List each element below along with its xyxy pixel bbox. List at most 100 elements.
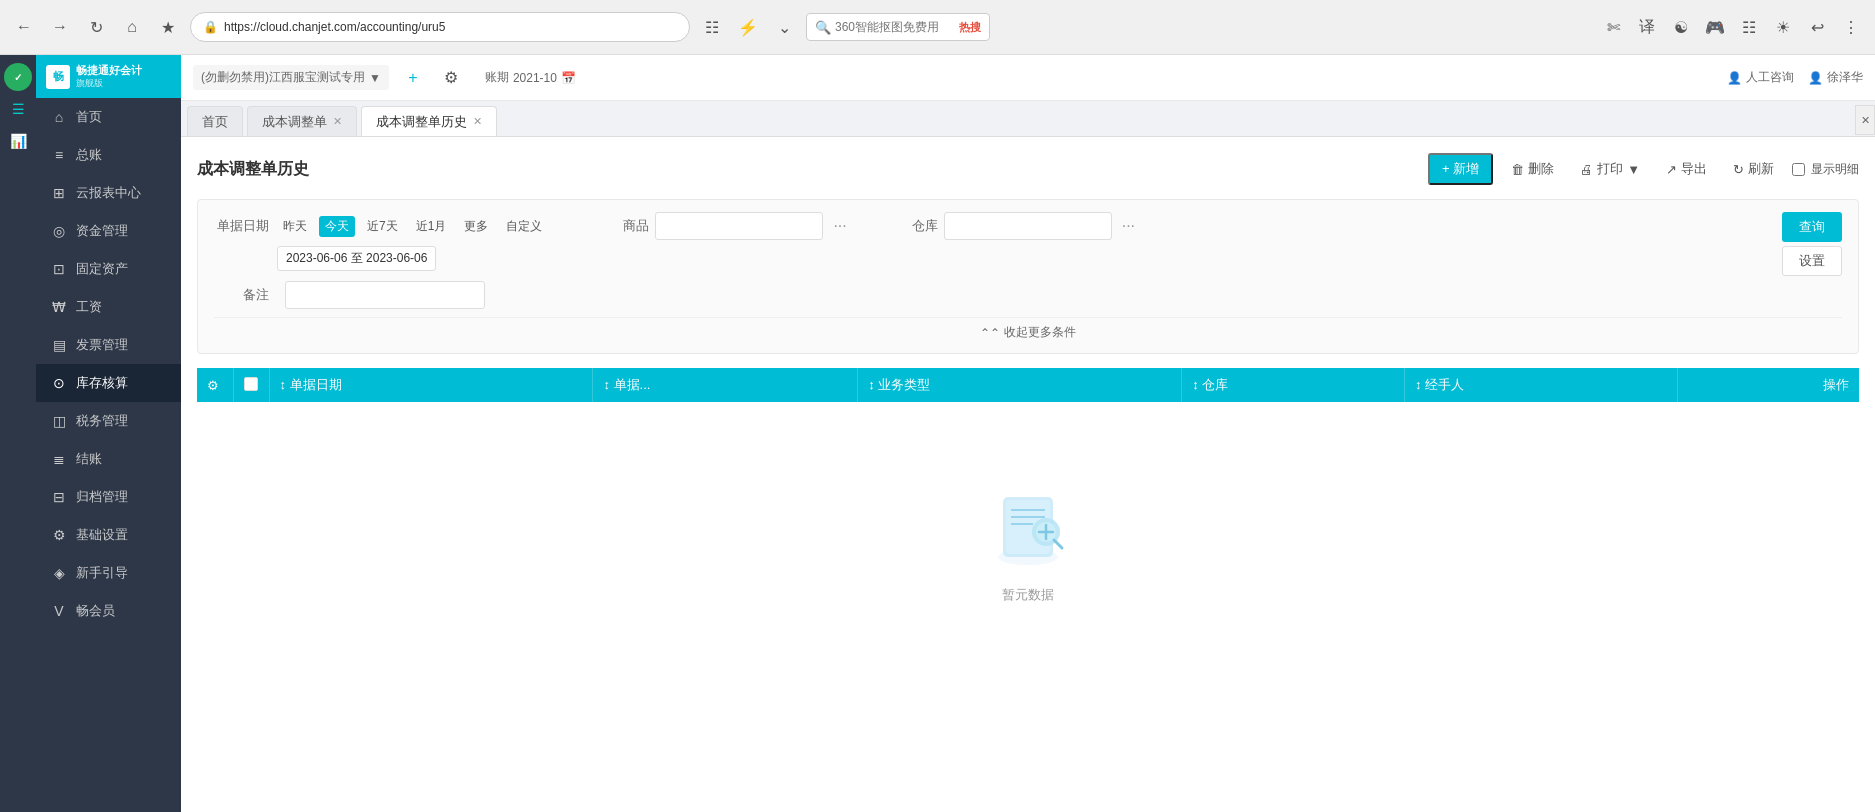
scissors-button[interactable]: ✄ [1599, 13, 1627, 41]
right-close-button[interactable]: ✕ [1855, 105, 1875, 135]
wallet-button[interactable]: ☯ [1667, 13, 1695, 41]
filter-row-1: 单据日期 昨天今天近7天近1月更多自定义 商品 ··· [214, 212, 1762, 240]
th-warehouse-label: 仓库 [1202, 377, 1228, 392]
apps-button[interactable]: ☷ [1735, 13, 1763, 41]
empty-icon [978, 482, 1078, 572]
note-input[interactable] [285, 281, 485, 309]
th-checkbox[interactable] [233, 368, 269, 402]
print-button[interactable]: 🖨 打印 ▼ [1572, 156, 1648, 182]
filter-row-daterange: 2023-06-06 至 2023-06-06 [214, 246, 1762, 271]
show-columns-checkbox[interactable] [1792, 163, 1805, 176]
dropdown-button[interactable]: ⌄ [770, 13, 798, 41]
service-button[interactable]: 👤 人工咨询 [1727, 69, 1794, 86]
user-profile[interactable]: 👤 徐泽华 [1808, 69, 1863, 86]
date-btn-昨天[interactable]: 昨天 [277, 216, 313, 237]
nav-label-invoice: 发票管理 [76, 336, 128, 354]
tab-cost-adjust-history[interactable]: 成本调整单历史 ✕ [361, 106, 497, 136]
sidebar-item-vip[interactable]: V 畅会员 [36, 592, 181, 630]
brightness-button[interactable]: ☀ [1769, 13, 1797, 41]
refresh-button[interactable]: ↻ 刷新 [1725, 156, 1782, 182]
refresh-button[interactable]: ↻ [82, 13, 110, 41]
translate-button[interactable]: 译 [1633, 13, 1661, 41]
back-button[interactable]: ← [10, 13, 38, 41]
browser-search[interactable]: 🔍 热搜 [806, 13, 990, 41]
export-button[interactable]: ↗ 导出 [1658, 156, 1715, 182]
tab-label-cost-adjust-history: 成本调整单历史 [376, 113, 467, 131]
nav-icon-fixed-assets: ⊡ [50, 261, 68, 277]
show-columns-label: 显示明细 [1811, 161, 1859, 178]
add-company-button[interactable]: + [399, 64, 427, 92]
grid-button[interactable]: ☷ [698, 13, 726, 41]
date-btn-今天[interactable]: 今天 [319, 216, 355, 237]
sidebar-item-tax[interactable]: ◫ 税务管理 [36, 402, 181, 440]
lightning-button[interactable]: ⚡ [734, 13, 762, 41]
game-button[interactable]: 🎮 [1701, 13, 1729, 41]
sidebar-item-archive[interactable]: ⊟ 归档管理 [36, 478, 181, 516]
menu-button[interactable]: ⋮ [1837, 13, 1865, 41]
app-container: ✓ ☰ 📊 畅 畅捷通好会计 旗舰版 ⌂ 首页 ≡ 总账 ⊞ 云报表中心 ◎ 资… [0, 55, 1875, 812]
rail-icon-active[interactable]: ☰ [4, 95, 32, 123]
filter-area: 单据日期 昨天今天近7天近1月更多自定义 商品 ··· [197, 199, 1859, 354]
collapse-button[interactable]: ⌃⌃ 收起更多条件 [214, 317, 1842, 341]
home-button[interactable]: ⌂ [118, 13, 146, 41]
sidebar-item-guide[interactable]: ◈ 新手引导 [36, 554, 181, 592]
tab-cost-adjust[interactable]: 成本调整单✕ [247, 106, 357, 136]
toolbar-actions: + 新增 🗑 删除 🖨 打印 ▼ ↗ 导出 ↻ [1428, 153, 1859, 185]
sidebar-item-inventory[interactable]: ⊙ 库存核算 [36, 364, 181, 402]
service-label: 人工咨询 [1746, 69, 1794, 86]
company-dropdown-icon: ▼ [369, 71, 381, 85]
collapse-label: 收起更多条件 [1004, 324, 1076, 341]
product-filter-group: 商品 ··· [594, 212, 846, 240]
date-btn-近7天[interactable]: 近7天 [361, 216, 404, 237]
period-info: 账期 2021-10 📅 [485, 69, 576, 86]
sidebar-logo[interactable]: 畅 畅捷通好会计 旗舰版 [36, 55, 181, 98]
bookmark-button[interactable]: ★ [154, 13, 182, 41]
date-btn-近1月[interactable]: 近1月 [410, 216, 453, 237]
company-settings-icon[interactable]: ⚙ [437, 64, 465, 92]
nav-label-fixed-assets: 固定资产 [76, 260, 128, 278]
query-button[interactable]: 查询 [1782, 212, 1842, 242]
nav-label-payroll: 工资 [76, 298, 102, 316]
product-dots[interactable]: ··· [833, 217, 846, 235]
sidebar-item-funds[interactable]: ◎ 资金管理 [36, 212, 181, 250]
empty-state: 暂元数据 [197, 402, 1859, 684]
tab-home[interactable]: 首页 [187, 106, 243, 136]
date-range-display[interactable]: 2023-06-06 至 2023-06-06 [277, 246, 436, 271]
delete-button[interactable]: 🗑 删除 [1503, 156, 1562, 182]
sidebar-item-fixed-assets[interactable]: ⊡ 固定资产 [36, 250, 181, 288]
th-business-type: ↕ 业务类型 [858, 368, 1182, 402]
warehouse-dots[interactable]: ··· [1122, 217, 1135, 235]
url-bar[interactable]: 🔒 https://cloud.chanjet.com/accounting/u… [190, 12, 690, 42]
icon-rail: ✓ ☰ 📊 [0, 55, 36, 812]
sidebar-item-reports[interactable]: ⊞ 云报表中心 [36, 174, 181, 212]
filter-settings-button[interactable]: 设置 [1782, 246, 1842, 276]
undo-button[interactable]: ↩ [1803, 13, 1831, 41]
sidebar-item-general-ledger[interactable]: ≡ 总账 [36, 136, 181, 174]
tab-close-cost-adjust-history[interactable]: ✕ [473, 115, 482, 128]
company-selector[interactable]: (勿删勿禁用)江西服宝测试专用 ▼ [193, 65, 389, 90]
date-btn-自定义[interactable]: 自定义 [500, 216, 548, 237]
th-handler: ↕ 经手人 [1404, 368, 1677, 402]
sidebar-item-payroll[interactable]: ₩ 工资 [36, 288, 181, 326]
forward-button[interactable]: → [46, 13, 74, 41]
nav-icon-archive: ⊟ [50, 489, 68, 505]
th-settings[interactable]: ⚙ [197, 368, 233, 402]
nav-icon-reports: ⊞ [50, 185, 68, 201]
search-input[interactable] [835, 20, 955, 34]
rail-icon-chart[interactable]: 📊 [4, 127, 32, 155]
rail-icon-social[interactable]: ✓ [4, 63, 32, 91]
date-btn-更多[interactable]: 更多 [458, 216, 494, 237]
sidebar-item-settings[interactable]: ⚙ 基础设置 [36, 516, 181, 554]
select-all-checkbox[interactable] [244, 377, 258, 391]
product-input[interactable] [655, 212, 823, 240]
add-button[interactable]: + 新增 [1428, 153, 1493, 185]
sidebar-item-invoice[interactable]: ▤ 发票管理 [36, 326, 181, 364]
warehouse-input[interactable] [944, 212, 1112, 240]
column-settings-icon[interactable]: ⚙ [207, 378, 219, 393]
th-operations: 操作 [1678, 368, 1859, 402]
sidebar-item-closing[interactable]: ≣ 结账 [36, 440, 181, 478]
sidebar-item-home[interactable]: ⌂ 首页 [36, 98, 181, 136]
svg-line-10 [1054, 540, 1062, 548]
browser-chrome: ← → ↻ ⌂ ★ 🔒 https://cloud.chanjet.com/ac… [0, 0, 1875, 55]
tab-close-cost-adjust[interactable]: ✕ [333, 115, 342, 128]
